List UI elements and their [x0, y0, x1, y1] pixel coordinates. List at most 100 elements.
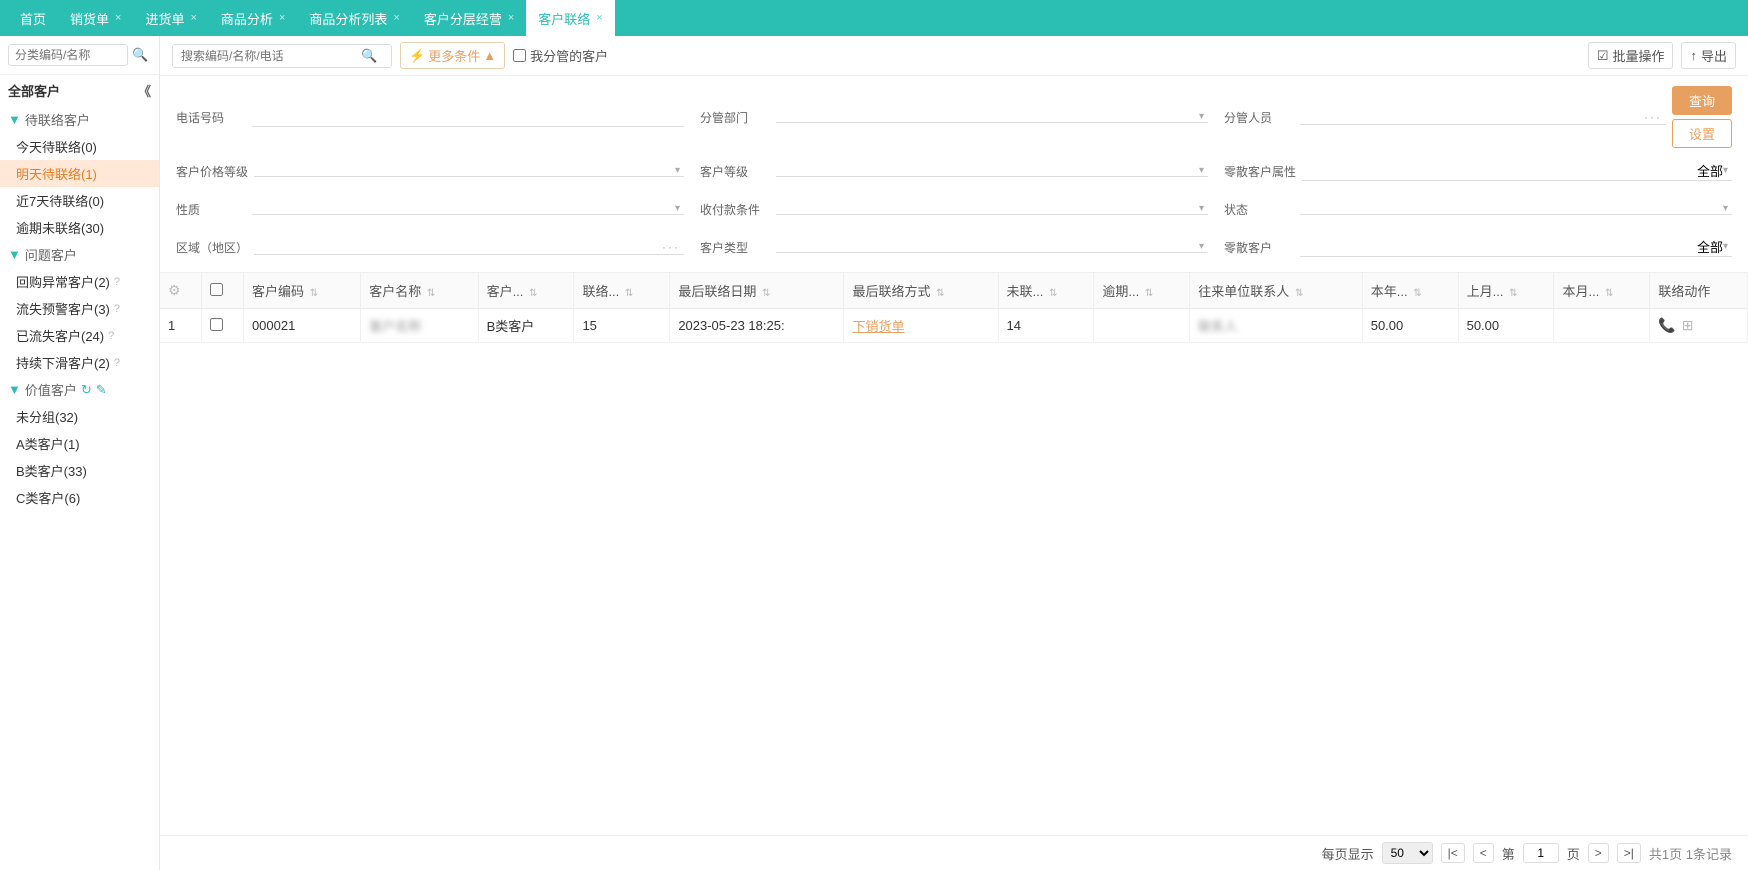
close-purchase-order-icon[interactable]: × — [190, 12, 196, 24]
cell-last-month: 50.00 — [1458, 309, 1554, 343]
more-filter-btn[interactable]: ⚡ 更多条件 ▲ — [400, 42, 505, 69]
sidebar-item-declining[interactable]: 持续下滑客户(2) ? — [0, 349, 159, 376]
sidebar-search-wrap: 🔍 — [0, 36, 159, 75]
cell-this-year: 50.00 — [1362, 309, 1458, 343]
search-input[interactable] — [181, 49, 361, 63]
level-down-icon: ▾ — [1199, 165, 1204, 176]
cell-un-contact: 14 — [998, 309, 1094, 343]
retail-attr-select[interactable]: 全部 ▾ — [1302, 161, 1732, 181]
settings-btn[interactable]: 设置 — [1672, 119, 1732, 148]
select-all-checkbox[interactable] — [210, 283, 223, 296]
filter-area: 电话号码 分管部门 ▾ 分管人员 ··· 查询 设置 — [160, 76, 1748, 273]
sidebar-item-b-class[interactable]: B类客户(33) — [0, 457, 159, 484]
prev-page-btn[interactable]: < — [1473, 843, 1494, 863]
payment-down-icon: ▾ — [1199, 203, 1204, 214]
toolbar-right: ☑ 批量操作 ↑ 导出 — [1588, 42, 1736, 69]
all-customers-header: 全部客户 《 — [0, 75, 159, 106]
phone-input[interactable] — [252, 108, 684, 127]
region-select[interactable]: ··· — [254, 240, 684, 255]
cell-contacts: 15 — [574, 309, 670, 343]
close-sales-order-icon[interactable]: × — [115, 12, 121, 24]
sidebar-item-c-class[interactable]: C类客户(6) — [0, 484, 159, 511]
close-product-analysis-icon[interactable]: × — [279, 12, 285, 24]
content-area: 🔍 ⚡ 更多条件 ▲ 我分管的客户 ☑ 批量操作 ↑ 导出 — [160, 36, 1748, 870]
sidebar-item-today-contact[interactable]: 今天待联络(0) — [0, 133, 159, 160]
help-icon-3: ? — [114, 357, 120, 369]
col-checkbox[interactable] — [201, 273, 243, 309]
last-page-btn[interactable]: >| — [1617, 843, 1641, 863]
refresh-icon[interactable]: ↻ — [81, 382, 92, 398]
filter-customer-price: 客户价格等级 ▾ — [176, 156, 684, 186]
nav-customer-contact[interactable]: 客户联络 × — [526, 0, 614, 36]
sidebar-item-repurchase-abnormal[interactable]: 回购异常客户(2) ? — [0, 268, 159, 295]
main-layout: 🔍 全部客户 《 ▼ 待联络客户 今天待联络(0) 明天待联络(1) 近7天待联… — [0, 36, 1748, 870]
filter-person: 分管人员 ··· 查询 设置 — [1224, 86, 1732, 148]
phone-action-icon[interactable]: 📞 — [1658, 317, 1675, 334]
sidebar-item-7days-contact[interactable]: 近7天待联络(0) — [0, 187, 159, 214]
cell-overdue — [1094, 309, 1190, 343]
gender-down-icon: ▾ — [675, 203, 680, 214]
filter-region: 区域（地区） ··· — [176, 232, 684, 262]
filter-phone: 电话号码 — [176, 86, 684, 148]
col-overdue: 逾期... ⇅ — [1094, 273, 1190, 309]
nav-customer-segmentation[interactable]: 客户分层经营 × — [412, 0, 526, 36]
customer-level-select[interactable]: ▾ — [776, 165, 1208, 177]
nav-sales-order[interactable]: 销货单 × — [58, 0, 133, 36]
search-wrap: 🔍 — [172, 44, 392, 68]
close-customer-contact-icon[interactable]: × — [596, 12, 602, 24]
filter-retail-attr: 零散客户属性 全部 ▾ — [1224, 156, 1732, 186]
next-page-btn[interactable]: > — [1588, 843, 1609, 863]
page-input[interactable] — [1523, 843, 1559, 863]
payment-select[interactable]: ▾ — [776, 203, 1208, 215]
export-btn[interactable]: ↑ 导出 — [1681, 42, 1736, 69]
col-name: 客户名称 ⇅ — [361, 273, 478, 309]
top-nav: 首页 销货单 × 进货单 × 商品分析 × 商品分析列表 × 客户分层经营 × … — [0, 0, 1748, 36]
nav-home[interactable]: 首页 — [8, 0, 58, 36]
close-customer-segmentation-icon[interactable]: × — [508, 12, 514, 24]
filter-customer-type: 客户类型 ▾ — [700, 232, 1208, 262]
table-area: ⚙ 客户编码 ⇅ 客户名称 ⇅ 客户... ⇅ 联络... ⇅ 最后联络日期 ⇅… — [160, 273, 1748, 835]
sidebar-item-churn-warning[interactable]: 流失预警客户(3) ? — [0, 295, 159, 322]
sidebar-item-churned[interactable]: 已流失客户(24) ? — [0, 322, 159, 349]
cell-checkbox[interactable] — [201, 309, 243, 343]
sidebar-search-input[interactable] — [8, 44, 128, 66]
nav-purchase-order[interactable]: 进货单 × — [133, 0, 208, 36]
dept-select[interactable]: ▾ — [776, 111, 1208, 123]
cell-this-month — [1554, 309, 1650, 343]
first-page-btn[interactable]: |< — [1441, 843, 1465, 863]
nav-product-analysis-list[interactable]: 商品分析列表 × — [297, 0, 411, 36]
search-icon[interactable]: 🔍 — [361, 48, 377, 64]
person-select[interactable]: ··· — [1300, 110, 1666, 125]
status-select[interactable]: ▾ — [1300, 203, 1732, 215]
col-this-month: 本月... ⇅ — [1554, 273, 1650, 309]
page-size-select[interactable]: 50 10 20 100 — [1382, 842, 1433, 864]
col-gear[interactable]: ⚙ — [160, 273, 201, 309]
collapse-icon[interactable]: 《 — [138, 81, 151, 100]
sidebar-search-icon[interactable]: 🔍 — [132, 47, 148, 63]
cell-type: B类客户 — [478, 309, 574, 343]
my-customers-checkbox[interactable] — [513, 49, 526, 62]
export-icon: ↑ — [1690, 48, 1697, 63]
edit-value-icon[interactable]: ✎ — [96, 382, 107, 398]
customer-type-select[interactable]: ▾ — [776, 241, 1208, 253]
customer-table: ⚙ 客户编码 ⇅ 客户名称 ⇅ 客户... ⇅ 联络... ⇅ 最后联络日期 ⇅… — [160, 273, 1748, 343]
toolbar: 🔍 ⚡ 更多条件 ▲ 我分管的客户 ☑ 批量操作 ↑ 导出 — [160, 36, 1748, 76]
sidebar-item-ungrouped[interactable]: 未分组(32) — [0, 403, 159, 430]
sidebar-item-tomorrow-contact[interactable]: 明天待联络(1) — [0, 160, 159, 187]
filter-status: 状态 ▾ — [1224, 194, 1732, 224]
sidebar-item-a-class[interactable]: A类客户(1) — [0, 430, 159, 457]
grid-action-icon[interactable]: ⊞ — [1682, 317, 1694, 334]
customer-price-select[interactable]: ▾ — [254, 165, 684, 177]
region-dots-icon: ··· — [662, 240, 680, 254]
retail-customer-select[interactable]: 全部 ▾ — [1300, 237, 1732, 257]
row-checkbox[interactable] — [210, 318, 223, 331]
close-product-analysis-list-icon[interactable]: × — [393, 12, 399, 24]
nav-product-analysis[interactable]: 商品分析 × — [209, 0, 297, 36]
filter-gender: 性质 ▾ — [176, 194, 684, 224]
gender-select[interactable]: ▾ — [252, 203, 684, 215]
sidebar-item-overdue-contact[interactable]: 逾期未联络(30) — [0, 214, 159, 241]
query-btn[interactable]: 查询 — [1672, 86, 1732, 115]
cell-last-method[interactable]: 下销货单 — [844, 309, 998, 343]
help-icon-0: ? — [114, 276, 120, 288]
batch-op-btn[interactable]: ☑ 批量操作 — [1588, 42, 1674, 69]
